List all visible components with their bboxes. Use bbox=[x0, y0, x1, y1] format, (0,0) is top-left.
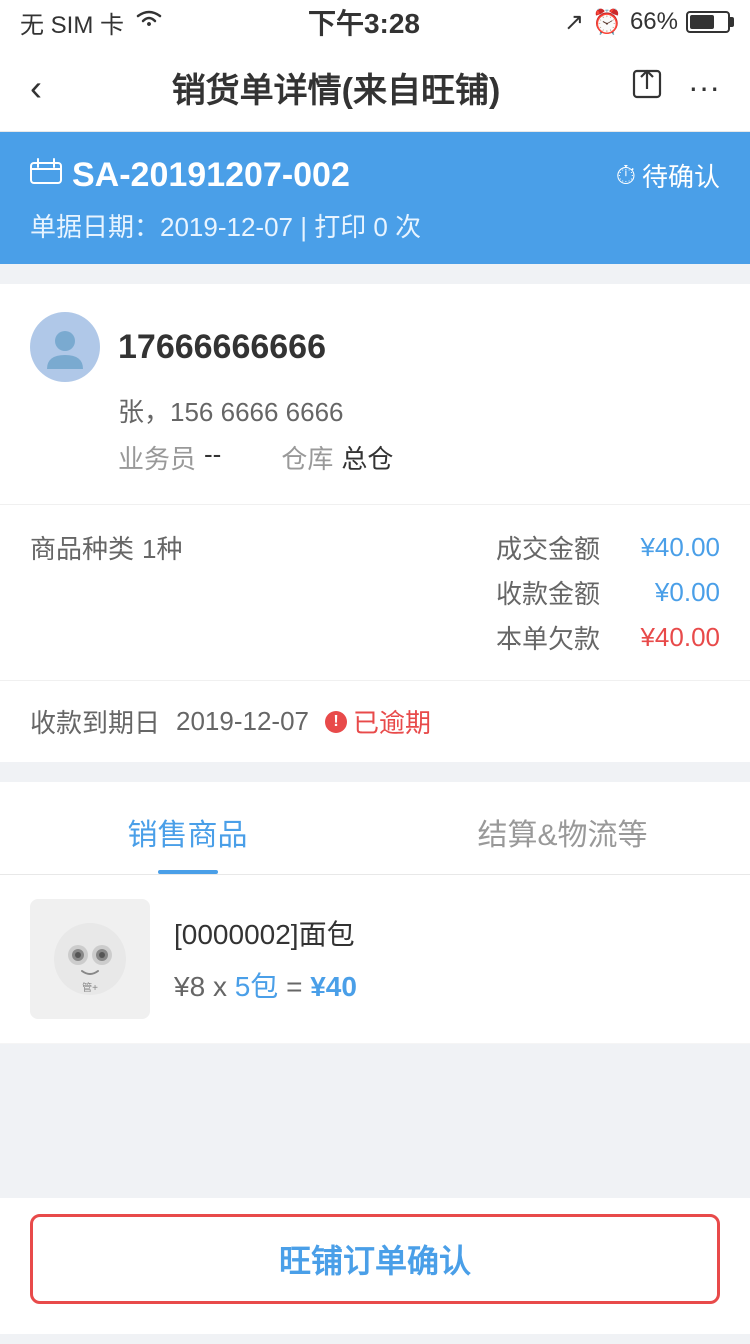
tab-settlement[interactable]: 结算&物流等 bbox=[375, 782, 750, 874]
salesperson-value: -- bbox=[204, 439, 221, 476]
order-header: SA-20191207-002 ⏱ 待确认 单据日期：2019-12-07 | … bbox=[0, 132, 750, 264]
overdue-badge: ! 已逾期 bbox=[325, 703, 431, 740]
overdue-text: 已逾期 bbox=[353, 703, 431, 740]
product-types-label: 商品种类 bbox=[30, 529, 134, 566]
due-date-label: 收款到期日 bbox=[30, 703, 160, 740]
order-id: SA-20191207-002 bbox=[30, 156, 350, 195]
transaction-amount-label: 成交金额 bbox=[496, 529, 600, 566]
due-date-value: 2019-12-07 bbox=[176, 706, 309, 737]
wifi-icon bbox=[134, 8, 164, 37]
summary-section: 商品种类 1种 成交金额 ¥40.00 收款金额 ¥0.00 本单欠款 ¥40.… bbox=[0, 504, 750, 680]
product-total: ¥40 bbox=[310, 971, 357, 1002]
customer-name: 张，156 6666 6666 bbox=[118, 392, 720, 429]
customer-top: 17666666666 bbox=[30, 312, 720, 382]
collection-amount-row: 收款金额 ¥0.00 bbox=[496, 574, 720, 611]
multiply-sign: x bbox=[213, 971, 235, 1002]
battery-percentage: 66% bbox=[630, 8, 678, 36]
status-right: ↗ ⏰ 66% bbox=[564, 8, 730, 37]
salesperson-field: 业务员 -- bbox=[118, 439, 221, 476]
avatar bbox=[30, 312, 100, 382]
bottom-bar: 旺铺订单确认 bbox=[0, 1198, 750, 1334]
product-quantity: 5包 bbox=[235, 971, 279, 1002]
carrier-text: 无 SIM 卡 bbox=[20, 5, 124, 40]
status-time: 下午3:28 bbox=[308, 2, 420, 42]
order-date: 单据日期：2019-12-07 | 打印 0 次 bbox=[30, 207, 720, 244]
back-button[interactable]: ‹ bbox=[30, 67, 42, 109]
overdue-icon: ! bbox=[325, 711, 347, 733]
customer-section: 17666666666 张，156 6666 6666 业务员 -- 仓库 总仓 bbox=[0, 284, 750, 504]
product-thumbnail: 管+ bbox=[30, 899, 150, 1019]
nav-bar: ‹ 销货单详情(来自旺铺) ··· bbox=[0, 44, 750, 132]
nav-actions: ··· bbox=[630, 67, 720, 109]
customer-meta: 业务员 -- 仓库 总仓 bbox=[118, 439, 720, 476]
due-date-section: 收款到期日 2019-12-07 ! 已逾期 bbox=[0, 680, 750, 762]
warehouse-label: 仓库 bbox=[281, 439, 333, 476]
order-icon bbox=[30, 156, 62, 195]
status-bar: 无 SIM 卡 下午3:28 ↗ ⏰ 66% bbox=[0, 0, 750, 44]
confirm-order-button[interactable]: 旺铺订单确认 bbox=[30, 1214, 720, 1304]
product-info: [0000002]面包 ¥8 x 5包 = ¥40 bbox=[174, 913, 720, 1005]
alarm-icon: ⏰ bbox=[592, 8, 622, 37]
product-name: [0000002]面包 bbox=[174, 913, 720, 953]
page-title: 销货单详情(来自旺铺) bbox=[172, 63, 501, 112]
product-types-value: 1种 bbox=[142, 529, 182, 566]
location-icon: ↗ bbox=[564, 8, 584, 37]
balance-row: 本单欠款 ¥40.00 bbox=[496, 619, 720, 656]
warehouse-field: 仓库 总仓 bbox=[281, 439, 393, 476]
balance-value: ¥40.00 bbox=[620, 622, 720, 653]
salesperson-label: 业务员 bbox=[118, 439, 196, 476]
warehouse-value: 总仓 bbox=[341, 439, 393, 476]
tabs-bar: 销售商品 结算&物流等 bbox=[0, 782, 750, 875]
product-types: 商品种类 1种 bbox=[30, 529, 182, 566]
more-icon[interactable]: ··· bbox=[688, 69, 720, 106]
svg-text:管+: 管+ bbox=[82, 981, 98, 994]
product-price: ¥8 x 5包 = ¥40 bbox=[174, 965, 720, 1005]
table-row: 管+ [0000002]面包 ¥8 x 5包 = ¥40 bbox=[0, 875, 750, 1044]
price-unit: ¥8 bbox=[174, 971, 205, 1002]
clock-icon: ⏱ bbox=[616, 160, 636, 192]
collection-amount-label: 收款金额 bbox=[496, 574, 600, 611]
collection-amount-value: ¥0.00 bbox=[620, 577, 720, 608]
status-left: 无 SIM 卡 bbox=[20, 5, 164, 40]
order-status: ⏱ 待确认 bbox=[616, 157, 720, 194]
customer-card: 17666666666 张，156 6666 6666 业务员 -- 仓库 总仓… bbox=[0, 284, 750, 762]
amount-summary: 成交金额 ¥40.00 收款金额 ¥0.00 本单欠款 ¥40.00 bbox=[496, 529, 720, 656]
battery-icon bbox=[686, 11, 730, 33]
balance-label: 本单欠款 bbox=[496, 619, 600, 656]
transaction-amount-value: ¥40.00 bbox=[620, 532, 720, 563]
equals-sign: = bbox=[286, 971, 310, 1002]
transaction-amount-row: 成交金额 ¥40.00 bbox=[496, 529, 720, 566]
share-icon[interactable] bbox=[630, 67, 664, 109]
customer-phone: 17666666666 bbox=[118, 328, 326, 367]
tab-products[interactable]: 销售商品 bbox=[0, 782, 375, 874]
product-list: 管+ [0000002]面包 ¥8 x 5包 = ¥40 bbox=[0, 875, 750, 1044]
